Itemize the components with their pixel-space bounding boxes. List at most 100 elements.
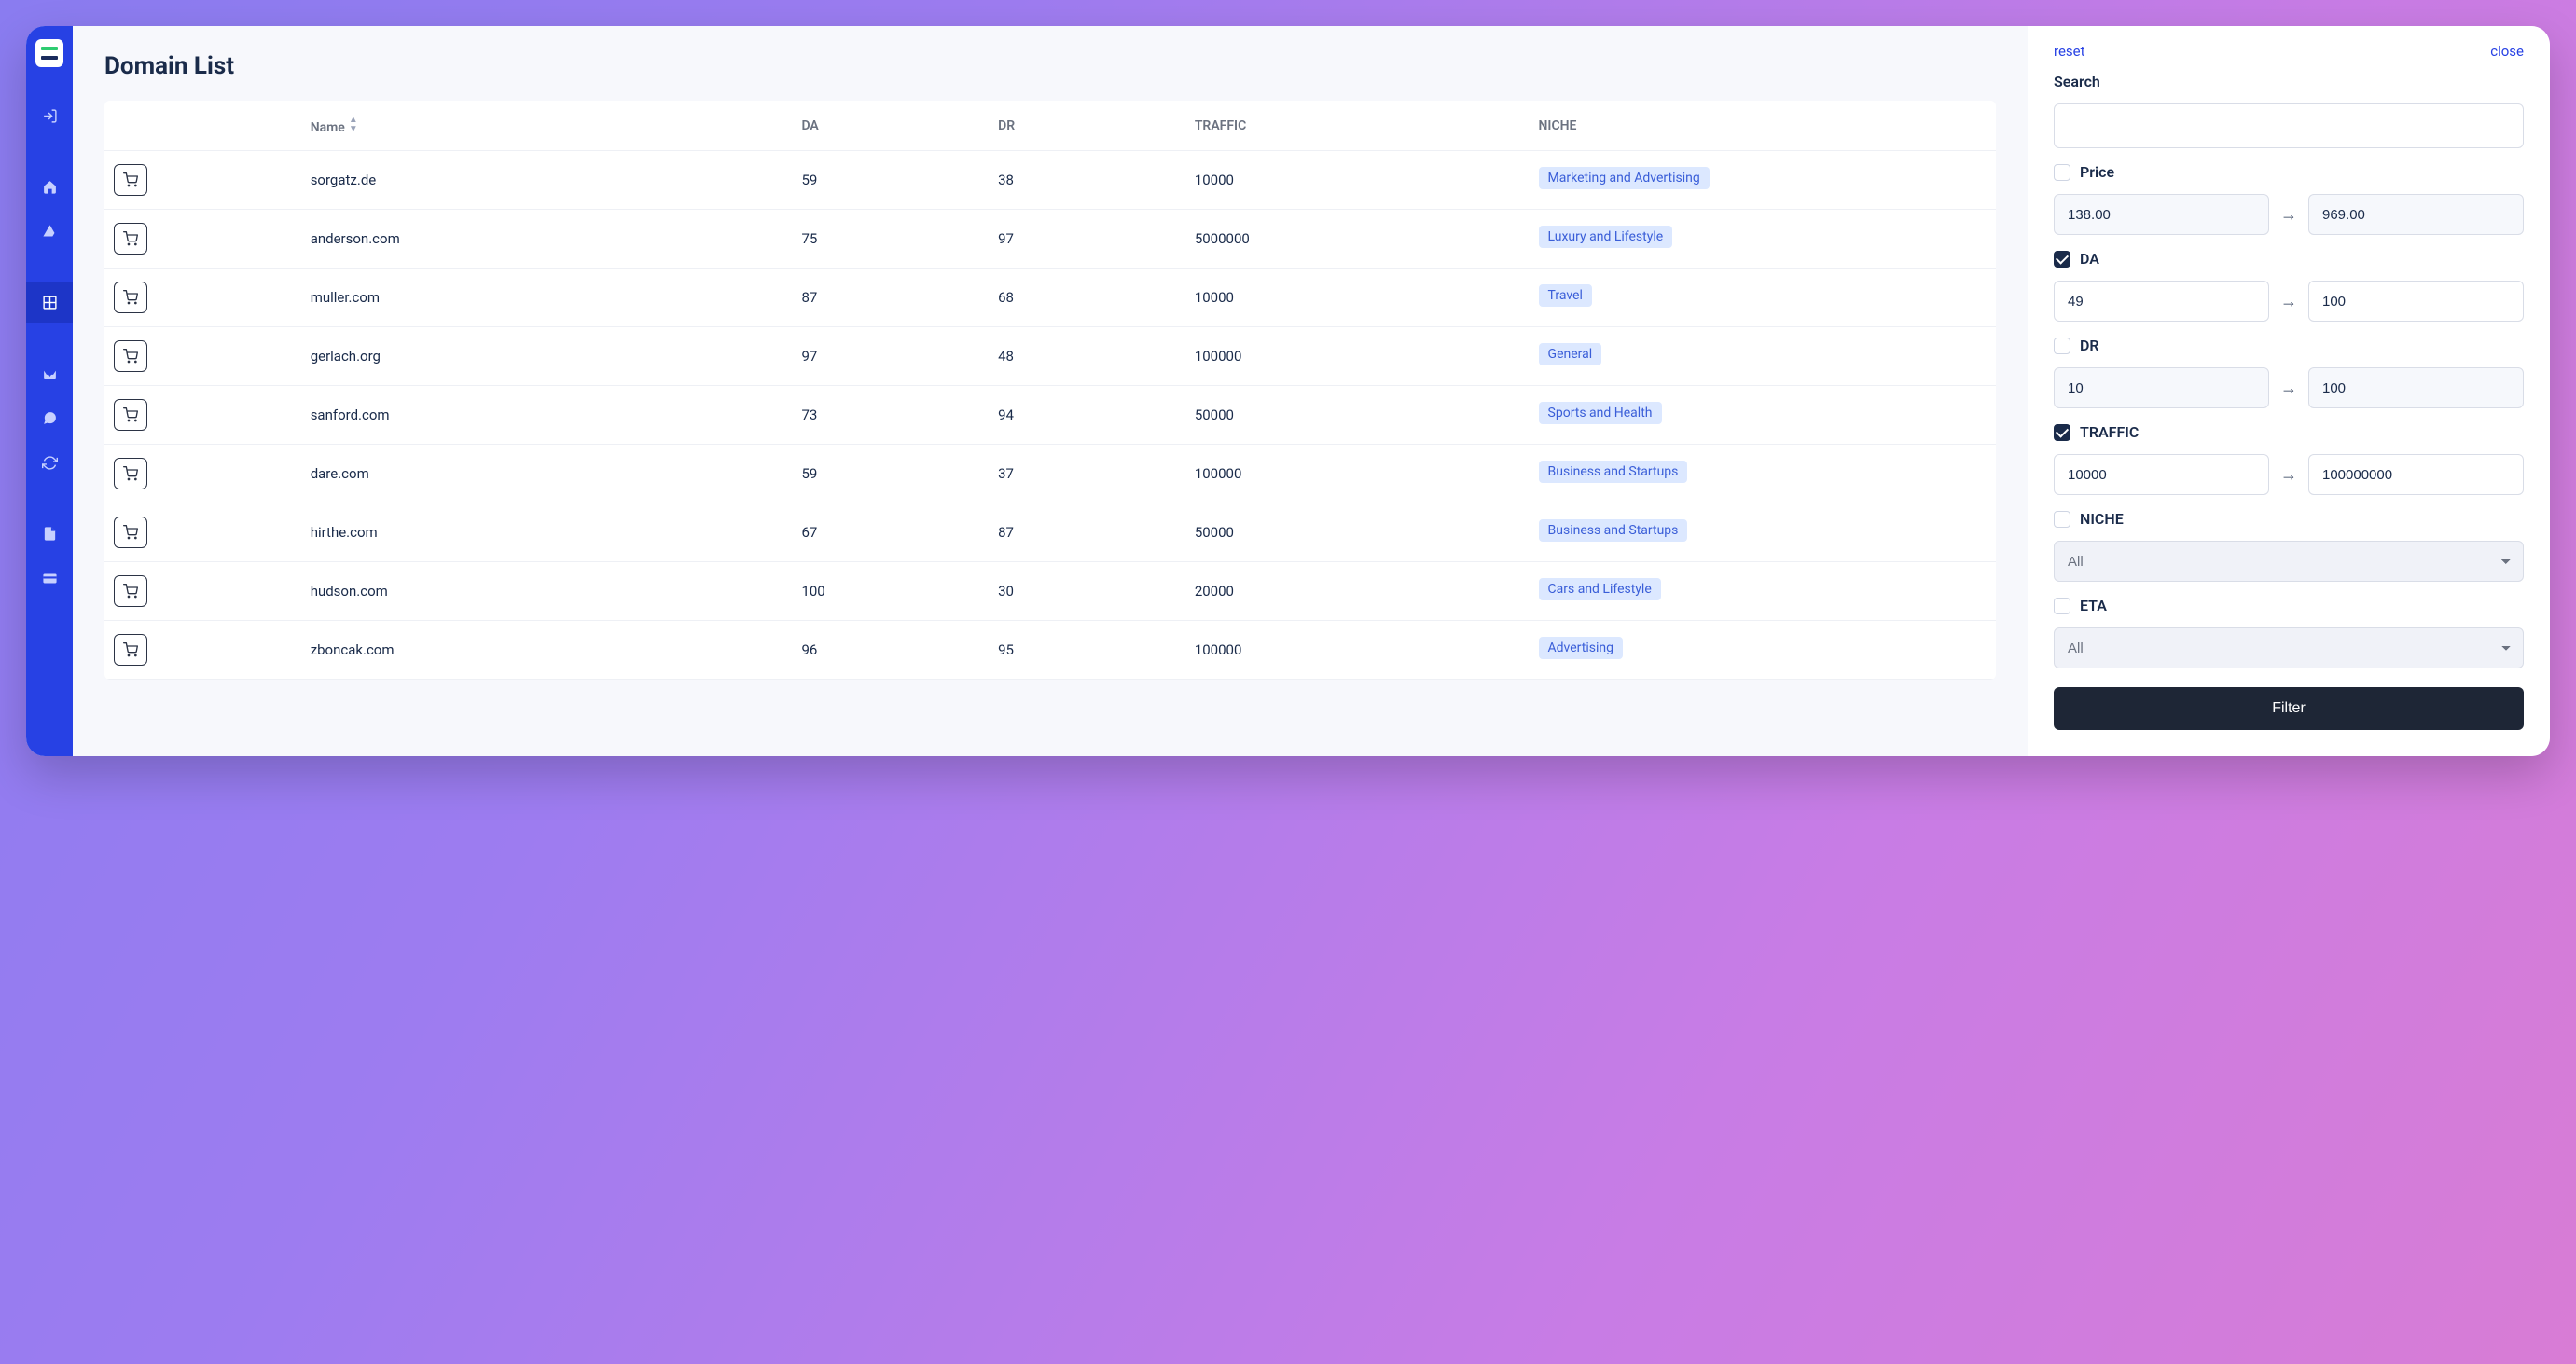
nav-billing[interactable] (29, 558, 70, 599)
cell-traffic: 100000 (1185, 445, 1530, 503)
logo (35, 39, 63, 67)
cell-niche: Cars and Lifestyle (1530, 562, 1996, 621)
col-header-name[interactable]: Name▲▼ (301, 101, 793, 151)
cell-name: sanford.com (301, 386, 793, 445)
cell-name: hirthe.com (301, 503, 793, 562)
cell-da: 59 (792, 445, 989, 503)
page-title: Domain List (104, 52, 1996, 80)
nav-inbox[interactable] (29, 352, 70, 393)
eta-select[interactable]: All (2054, 627, 2524, 668)
close-link[interactable]: close (2490, 43, 2524, 60)
nav-home[interactable] (29, 166, 70, 207)
niche-badge: Cars and Lifestyle (1539, 578, 1661, 600)
add-to-cart-button[interactable] (114, 575, 147, 607)
da-from[interactable] (2054, 281, 2269, 322)
niche-badge: Marketing and Advertising (1539, 167, 1710, 189)
domain-table: Name▲▼ DA DR TRAFFIC NICHE sorgatz.de593… (104, 101, 1996, 680)
table-row[interactable]: anderson.com75975000000Luxury and Lifest… (104, 210, 1996, 269)
niche-badge: Travel (1539, 284, 1592, 307)
niche-checkbox[interactable] (2054, 511, 2070, 528)
cell-niche: Luxury and Lifestyle (1530, 210, 1996, 269)
price-to[interactable] (2308, 194, 2524, 235)
chat-icon (42, 410, 58, 426)
cell-traffic: 10000 (1185, 151, 1530, 210)
nav-chat[interactable] (29, 397, 70, 438)
cell-niche: Marketing and Advertising (1530, 151, 1996, 210)
add-to-cart-button[interactable] (114, 282, 147, 313)
nav-table[interactable] (26, 282, 73, 323)
traffic-to[interactable] (2308, 454, 2524, 495)
col-header-da[interactable]: DA (792, 101, 989, 151)
add-to-cart-button[interactable] (114, 223, 147, 255)
dr-label: DR (2080, 337, 2099, 354)
cell-traffic: 100000 (1185, 621, 1530, 680)
table-row[interactable]: gerlach.org9748100000General (104, 327, 1996, 386)
cell-niche: Business and Startups (1530, 445, 1996, 503)
table-row[interactable]: dare.com5937100000Business and Startups (104, 445, 1996, 503)
content: Domain List Name▲▼ DA DR TRAFFIC NICHE (73, 26, 2028, 756)
table-row[interactable]: sorgatz.de593810000Marketing and Adverti… (104, 151, 1996, 210)
col-header-traffic[interactable]: TRAFFIC (1185, 101, 1530, 151)
search-label: Search (2054, 73, 2524, 90)
da-checkbox[interactable] (2054, 251, 2070, 268)
sync-icon (42, 455, 58, 471)
main: Domain List Name▲▼ DA DR TRAFFIC NICHE (73, 26, 2550, 756)
eta-label: ETA (2080, 597, 2107, 614)
home-icon (42, 179, 58, 195)
add-to-cart-button[interactable] (114, 634, 147, 666)
search-input[interactable] (2054, 103, 2524, 148)
cell-dr: 97 (989, 210, 1185, 269)
cell-name: gerlach.org (301, 327, 793, 386)
cell-dr: 37 (989, 445, 1185, 503)
table-row[interactable]: zboncak.com9695100000Advertising (104, 621, 1996, 680)
add-to-cart-button[interactable] (114, 164, 147, 196)
cell-da: 96 (792, 621, 989, 680)
table-row[interactable]: hudson.com1003020000Cars and Lifestyle (104, 562, 1996, 621)
cell-traffic: 100000 (1185, 327, 1530, 386)
add-to-cart-button[interactable] (114, 399, 147, 431)
cell-traffic: 20000 (1185, 562, 1530, 621)
price-from[interactable] (2054, 194, 2269, 235)
dr-from[interactable] (2054, 367, 2269, 408)
traffic-from[interactable] (2054, 454, 2269, 495)
col-header-dr[interactable]: DR (989, 101, 1185, 151)
cell-dr: 30 (989, 562, 1185, 621)
nav-cloud[interactable] (29, 211, 70, 252)
table-row[interactable]: muller.com876810000Travel (104, 269, 1996, 327)
nav-sync[interactable] (29, 442, 70, 483)
app-card: Domain List Name▲▼ DA DR TRAFFIC NICHE (26, 26, 2550, 756)
traffic-checkbox[interactable] (2054, 424, 2070, 441)
reset-link[interactable]: reset (2054, 43, 2085, 60)
table-row[interactable]: sanford.com739450000Sports and Health (104, 386, 1996, 445)
card-icon (42, 571, 58, 586)
cell-traffic: 50000 (1185, 503, 1530, 562)
filter-panel: reset close Search Price → DA (2028, 26, 2550, 756)
cell-dr: 68 (989, 269, 1185, 327)
cell-da: 87 (792, 269, 989, 327)
niche-badge: General (1539, 343, 1602, 365)
col-header-niche[interactable]: NICHE (1530, 101, 1996, 151)
niche-badge: Business and Startups (1539, 519, 1688, 542)
add-to-cart-button[interactable] (114, 517, 147, 548)
eta-checkbox[interactable] (2054, 598, 2070, 614)
filter-button[interactable]: Filter (2054, 687, 2524, 730)
cell-name: zboncak.com (301, 621, 793, 680)
dr-to[interactable] (2308, 367, 2524, 408)
cell-name: anderson.com (301, 210, 793, 269)
add-to-cart-button[interactable] (114, 340, 147, 372)
cell-name: muller.com (301, 269, 793, 327)
table-icon (42, 295, 58, 310)
table-row[interactable]: hirthe.com678750000Business and Startups (104, 503, 1996, 562)
nav-login[interactable] (29, 95, 70, 136)
cell-da: 100 (792, 562, 989, 621)
cell-niche: Travel (1530, 269, 1996, 327)
dr-checkbox[interactable] (2054, 338, 2070, 354)
price-checkbox[interactable] (2054, 164, 2070, 181)
traffic-label: TRAFFIC (2080, 423, 2139, 441)
cell-da: 75 (792, 210, 989, 269)
cell-niche: Sports and Health (1530, 386, 1996, 445)
niche-select[interactable]: All (2054, 541, 2524, 582)
add-to-cart-button[interactable] (114, 458, 147, 489)
nav-doc[interactable] (29, 513, 70, 554)
da-to[interactable] (2308, 281, 2524, 322)
